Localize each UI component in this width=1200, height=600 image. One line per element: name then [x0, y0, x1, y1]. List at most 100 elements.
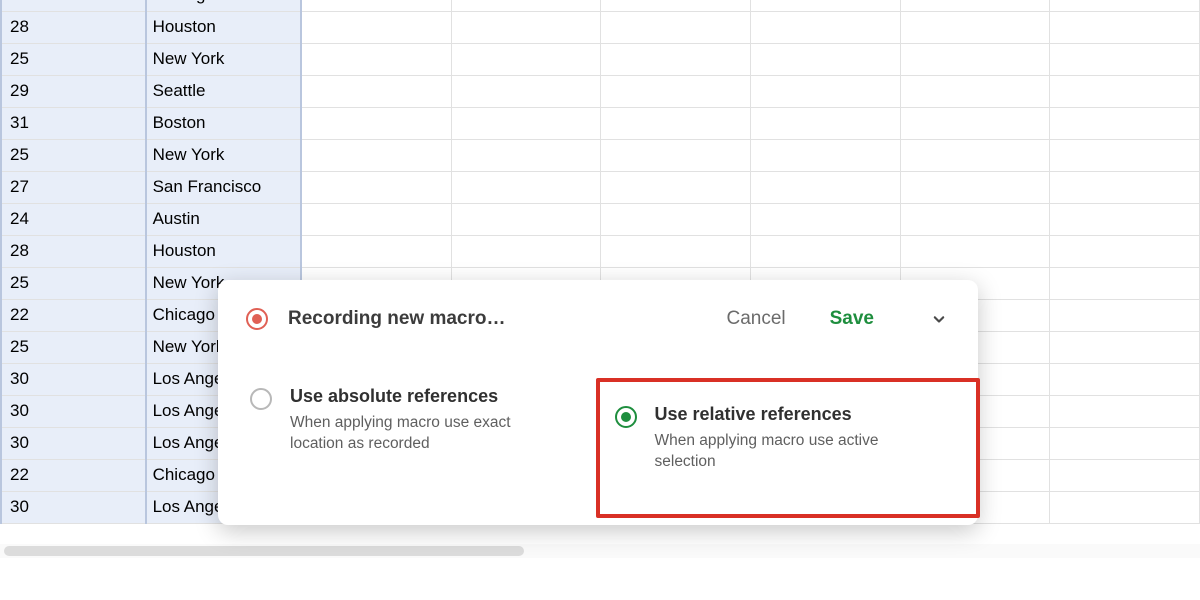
table-row[interactable]: 25New York [1, 139, 1200, 171]
cell-empty[interactable] [750, 139, 900, 171]
cell-empty[interactable] [301, 171, 451, 203]
cell-empty[interactable] [1050, 363, 1200, 395]
horizontal-scrollbar[interactable] [0, 544, 1200, 558]
cell-number[interactable]: 30 [1, 427, 146, 459]
cell-number[interactable]: 25 [1, 43, 146, 75]
cell-number[interactable]: 22 [1, 299, 146, 331]
cell-empty[interactable] [601, 203, 751, 235]
cell-number[interactable]: 31 [1, 107, 146, 139]
cell-empty[interactable] [1050, 235, 1200, 267]
cell-empty[interactable] [1050, 43, 1200, 75]
cell-city[interactable]: New York [146, 139, 302, 171]
cell-empty[interactable] [451, 43, 601, 75]
table-row[interactable]: 31Boston [1, 107, 1200, 139]
option-relative-references[interactable]: Use relative references When applying ma… [585, 380, 951, 497]
cell-empty[interactable] [451, 11, 601, 43]
cell-empty[interactable] [301, 11, 451, 43]
chevron-down-icon[interactable] [928, 308, 950, 330]
cell-empty[interactable] [750, 107, 900, 139]
cell-empty[interactable] [900, 75, 1050, 107]
cell-empty[interactable] [1050, 299, 1200, 331]
table-row[interactable]: 29Seattle [1, 75, 1200, 107]
cell-empty[interactable] [451, 107, 601, 139]
table-row[interactable]: 28Houston [1, 235, 1200, 267]
cell-empty[interactable] [601, 107, 751, 139]
cell-empty[interactable] [1050, 331, 1200, 363]
cell-empty[interactable] [900, 107, 1050, 139]
cell-empty[interactable] [900, 203, 1050, 235]
cell-empty[interactable] [900, 171, 1050, 203]
cell-empty[interactable] [1050, 267, 1200, 299]
cell-empty[interactable] [900, 235, 1050, 267]
cell-city[interactable]: Houston [146, 235, 302, 267]
table-row[interactable]: 28Houston [1, 11, 1200, 43]
cell-number[interactable]: 22 [1, 0, 146, 11]
cell-empty[interactable] [750, 43, 900, 75]
cell-empty[interactable] [1050, 459, 1200, 491]
cell-city[interactable]: Seattle [146, 75, 302, 107]
table-row[interactable]: 27San Francisco [1, 171, 1200, 203]
cell-city[interactable]: Boston [146, 107, 302, 139]
cell-number[interactable]: 27 [1, 171, 146, 203]
cell-empty[interactable] [601, 11, 751, 43]
cell-empty[interactable] [451, 139, 601, 171]
cell-empty[interactable] [1050, 107, 1200, 139]
cell-empty[interactable] [750, 11, 900, 43]
cell-number[interactable]: 25 [1, 331, 146, 363]
cell-empty[interactable] [900, 0, 1050, 11]
cell-empty[interactable] [1050, 139, 1200, 171]
cell-number[interactable]: 22 [1, 459, 146, 491]
cell-empty[interactable] [900, 139, 1050, 171]
cell-number[interactable]: 24 [1, 203, 146, 235]
cell-city[interactable]: Houston [146, 11, 302, 43]
cell-empty[interactable] [451, 203, 601, 235]
cell-empty[interactable] [601, 75, 751, 107]
cell-number[interactable]: 30 [1, 395, 146, 427]
cell-empty[interactable] [301, 107, 451, 139]
cell-empty[interactable] [451, 171, 601, 203]
cell-empty[interactable] [301, 139, 451, 171]
cell-empty[interactable] [301, 235, 451, 267]
cell-city[interactable]: New York [146, 43, 302, 75]
cell-number[interactable]: 28 [1, 235, 146, 267]
cell-empty[interactable] [750, 0, 900, 11]
cell-empty[interactable] [601, 43, 751, 75]
cell-number[interactable]: 29 [1, 75, 146, 107]
cell-empty[interactable] [451, 75, 601, 107]
radio-unchecked-icon[interactable] [250, 388, 272, 410]
cell-empty[interactable] [750, 235, 900, 267]
scrollbar-thumb[interactable] [4, 546, 524, 556]
cell-city[interactable]: Austin [146, 203, 302, 235]
cell-number[interactable]: 30 [1, 363, 146, 395]
cell-empty[interactable] [1050, 171, 1200, 203]
cell-empty[interactable] [451, 235, 601, 267]
cell-empty[interactable] [1050, 491, 1200, 523]
cell-number[interactable]: 25 [1, 139, 146, 171]
cell-empty[interactable] [1050, 427, 1200, 459]
option-absolute-references[interactable]: Use absolute references When applying ma… [246, 380, 585, 497]
cell-empty[interactable] [750, 75, 900, 107]
cell-empty[interactable] [601, 235, 751, 267]
cell-empty[interactable] [1050, 75, 1200, 107]
cell-empty[interactable] [451, 0, 601, 11]
save-button[interactable]: Save [830, 308, 874, 330]
cell-empty[interactable] [900, 43, 1050, 75]
cell-empty[interactable] [750, 171, 900, 203]
cell-number[interactable]: 25 [1, 267, 146, 299]
cell-empty[interactable] [301, 43, 451, 75]
cell-city[interactable]: San Francisco [146, 171, 302, 203]
cell-empty[interactable] [301, 75, 451, 107]
cell-empty[interactable] [1050, 203, 1200, 235]
cell-empty[interactable] [900, 11, 1050, 43]
cell-empty[interactable] [1050, 0, 1200, 11]
table-row[interactable]: 24Austin [1, 203, 1200, 235]
cell-empty[interactable] [601, 0, 751, 11]
cell-empty[interactable] [601, 139, 751, 171]
cell-empty[interactable] [601, 171, 751, 203]
cell-empty[interactable] [301, 203, 451, 235]
table-row[interactable]: 25New York [1, 43, 1200, 75]
cell-number[interactable]: 28 [1, 11, 146, 43]
cancel-button[interactable]: Cancel [726, 308, 785, 330]
radio-checked-icon[interactable] [615, 406, 637, 428]
cell-number[interactable]: 30 [1, 491, 146, 523]
